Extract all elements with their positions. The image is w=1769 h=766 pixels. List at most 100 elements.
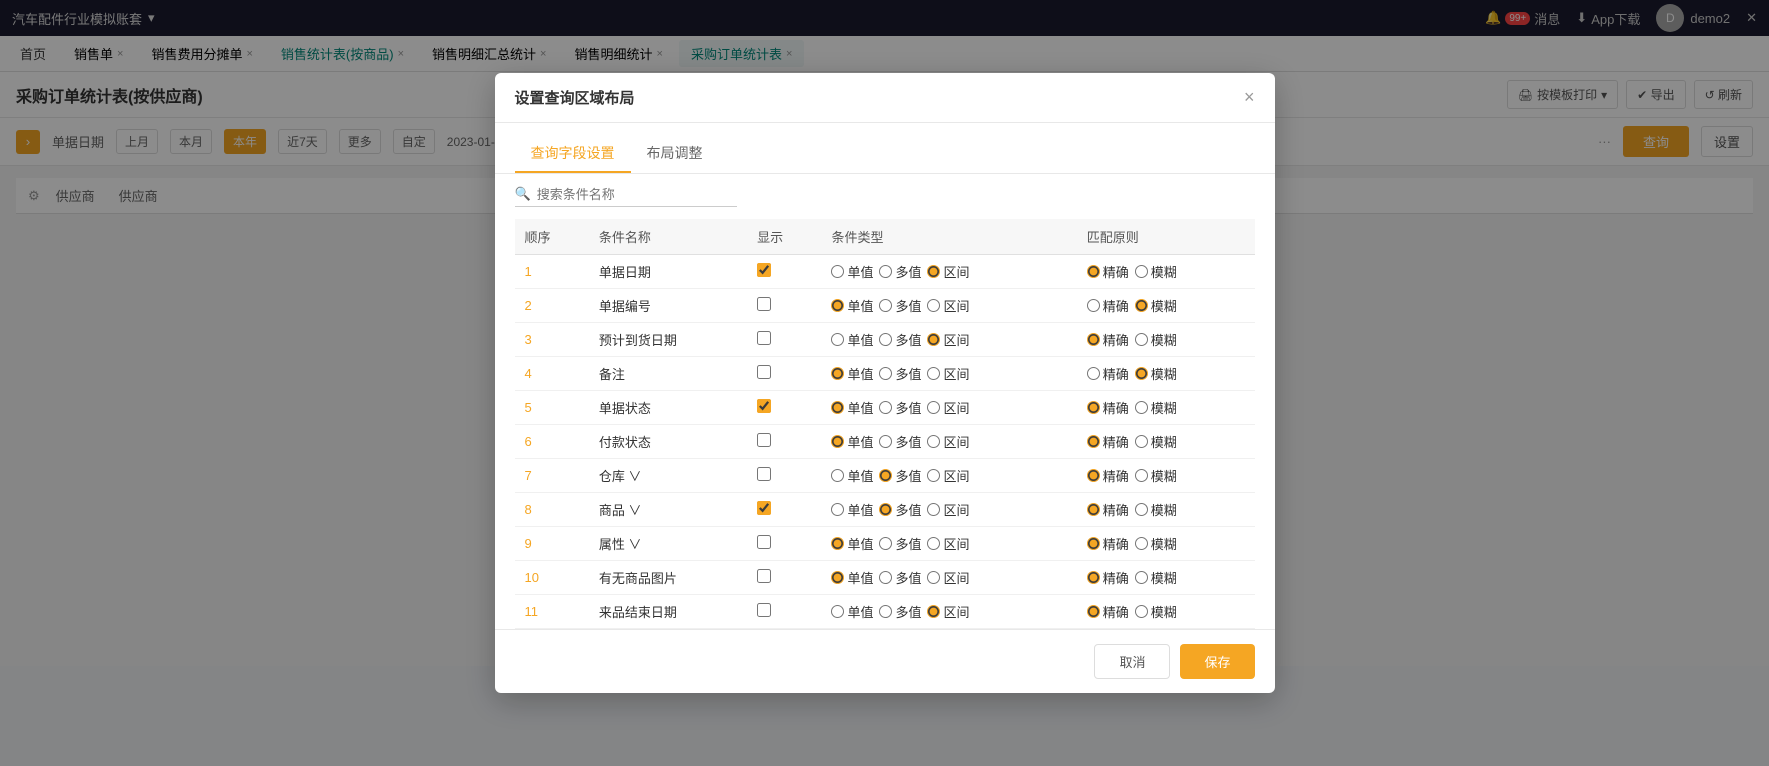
display-checkbox-3[interactable] (757, 365, 771, 379)
type-radio-区间-9[interactable]: 区间 (927, 568, 969, 587)
match-radio-精确-9[interactable]: 精确 (1087, 568, 1129, 587)
type-radio-多值-6[interactable]: 多值 (879, 466, 921, 485)
row-display-7[interactable] (747, 493, 821, 527)
table-row: 8商品 ∨单值多值区间精确模糊 (515, 493, 1255, 527)
row-display-6[interactable] (747, 459, 821, 493)
match-radio-精确-1[interactable]: 精确 (1087, 296, 1129, 315)
match-radio-精确-4[interactable]: 精确 (1087, 398, 1129, 417)
row-name-8: 属性 ∨ (589, 527, 747, 561)
table-row: 2单据编号单值多值区间精确模糊 (515, 289, 1255, 323)
row-display-1[interactable] (747, 289, 821, 323)
type-radio-区间-4[interactable]: 区间 (927, 398, 969, 417)
tab-query-fields[interactable]: 查询字段设置 (515, 135, 631, 173)
type-radio-多值-7[interactable]: 多值 (879, 500, 921, 519)
type-radio-多值-2[interactable]: 多值 (879, 330, 921, 349)
type-radio-区间-7[interactable]: 区间 (927, 500, 969, 519)
col-order: 顺序 (515, 219, 589, 255)
type-radio-区间-10[interactable]: 区间 (927, 602, 969, 621)
display-checkbox-8[interactable] (757, 535, 771, 549)
match-radio-精确-0[interactable]: 精确 (1087, 262, 1129, 281)
match-radio-模糊-8[interactable]: 模糊 (1135, 534, 1177, 553)
display-checkbox-9[interactable] (757, 569, 771, 583)
modal-header: 设置查询区域布局 × (495, 73, 1275, 123)
cancel-button[interactable]: 取消 (1094, 644, 1170, 679)
type-radio-多值-8[interactable]: 多值 (879, 534, 921, 553)
type-radio-多值-1[interactable]: 多值 (879, 296, 921, 315)
match-radio-模糊-2[interactable]: 模糊 (1135, 330, 1177, 349)
match-radio-模糊-1[interactable]: 模糊 (1135, 296, 1177, 315)
match-radio-模糊-0[interactable]: 模糊 (1135, 262, 1177, 281)
type-radio-多值-9[interactable]: 多值 (879, 568, 921, 587)
row-display-9[interactable] (747, 561, 821, 595)
display-checkbox-1[interactable] (757, 297, 771, 311)
modal-search-area: 🔍 (495, 174, 1275, 219)
type-radio-区间-0[interactable]: 区间 (927, 262, 969, 281)
row-display-10[interactable] (747, 595, 821, 629)
match-radio-精确-7[interactable]: 精确 (1087, 500, 1129, 519)
row-display-2[interactable] (747, 323, 821, 357)
row-order-7: 7 (525, 468, 532, 483)
row-display-5[interactable] (747, 425, 821, 459)
match-radio-模糊-9[interactable]: 模糊 (1135, 568, 1177, 587)
display-checkbox-6[interactable] (757, 467, 771, 481)
match-radio-精确-5[interactable]: 精确 (1087, 432, 1129, 451)
row-order-3: 3 (525, 332, 532, 347)
type-radio-单值-9[interactable]: 单值 (831, 568, 873, 587)
display-checkbox-0[interactable] (757, 263, 771, 277)
type-radio-区间-5[interactable]: 区间 (927, 432, 969, 451)
row-display-0[interactable] (747, 255, 821, 289)
match-radio-模糊-10[interactable]: 模糊 (1135, 602, 1177, 621)
row-name-3: 备注 (589, 357, 747, 391)
type-radio-区间-3[interactable]: 区间 (927, 364, 969, 383)
match-radio-精确-8[interactable]: 精确 (1087, 534, 1129, 553)
search-input[interactable] (537, 187, 737, 202)
type-radio-区间-2[interactable]: 区间 (927, 330, 969, 349)
type-radio-单值-7[interactable]: 单值 (831, 500, 873, 519)
table-row: 4 备注 单值多值区间 精确模糊 (515, 357, 1255, 391)
type-radio-区间-8[interactable]: 区间 (927, 534, 969, 553)
type-radio-单值-4[interactable]: 单值 (831, 398, 873, 417)
match-radio-模糊-5[interactable]: 模糊 (1135, 432, 1177, 451)
type-radio-多值-4[interactable]: 多值 (879, 398, 921, 417)
modal-title: 设置查询区域布局 (515, 87, 635, 108)
display-checkbox-7[interactable] (757, 501, 771, 515)
type-radio-多值-10[interactable]: 多值 (879, 602, 921, 621)
display-checkbox-5[interactable] (757, 433, 771, 447)
row-display-4[interactable] (747, 391, 821, 425)
display-checkbox-10[interactable] (757, 603, 771, 617)
modal-table-wrap: 顺序 条件名称 显示 条件类型 匹配原则 1单据日期单值多值区间精确模糊2单据编… (495, 219, 1275, 629)
type-radio-单值-5[interactable]: 单值 (831, 432, 873, 451)
match-radio-精确-3[interactable]: 精确 (1087, 364, 1129, 383)
row-name-2: 预计到货日期 (589, 323, 747, 357)
type-radio-多值-0[interactable]: 多值 (879, 262, 921, 281)
match-radio-模糊-3[interactable]: 模糊 (1135, 364, 1177, 383)
row-order-4: 4 (525, 366, 532, 381)
modal-close-btn[interactable]: × (1244, 87, 1255, 108)
type-radio-单值-0[interactable]: 单值 (831, 262, 873, 281)
match-radio-精确-2[interactable]: 精确 (1087, 330, 1129, 349)
table-row: 11来品结束日期单值多值区间精确模糊 (515, 595, 1255, 629)
type-radio-区间-6[interactable]: 区间 (927, 466, 969, 485)
tab-layout-adjust[interactable]: 布局调整 (631, 135, 719, 173)
col-type: 条件类型 (821, 219, 1076, 255)
type-radio-单值-8[interactable]: 单值 (831, 534, 873, 553)
match-radio-模糊-6[interactable]: 模糊 (1135, 466, 1177, 485)
type-radio-单值-1[interactable]: 单值 (831, 296, 873, 315)
type-radio-单值-2[interactable]: 单值 (831, 330, 873, 349)
type-radio-单值-3[interactable]: 单值 (831, 364, 873, 383)
display-checkbox-4[interactable] (757, 399, 771, 413)
row-display-8[interactable] (747, 527, 821, 561)
type-radio-多值-3[interactable]: 多值 (879, 364, 921, 383)
display-checkbox-2[interactable] (757, 331, 771, 345)
type-radio-区间-1[interactable]: 区间 (927, 296, 969, 315)
save-button[interactable]: 保存 (1180, 644, 1254, 679)
match-radio-模糊-4[interactable]: 模糊 (1135, 398, 1177, 417)
match-radio-模糊-7[interactable]: 模糊 (1135, 500, 1177, 519)
type-radio-单值-6[interactable]: 单值 (831, 466, 873, 485)
type-radio-多值-5[interactable]: 多值 (879, 432, 921, 451)
match-radio-精确-6[interactable]: 精确 (1087, 466, 1129, 485)
row-display-3[interactable] (747, 357, 821, 391)
match-radio-精确-10[interactable]: 精确 (1087, 602, 1129, 621)
type-radio-单值-10[interactable]: 单值 (831, 602, 873, 621)
row-order-6: 6 (525, 434, 532, 449)
